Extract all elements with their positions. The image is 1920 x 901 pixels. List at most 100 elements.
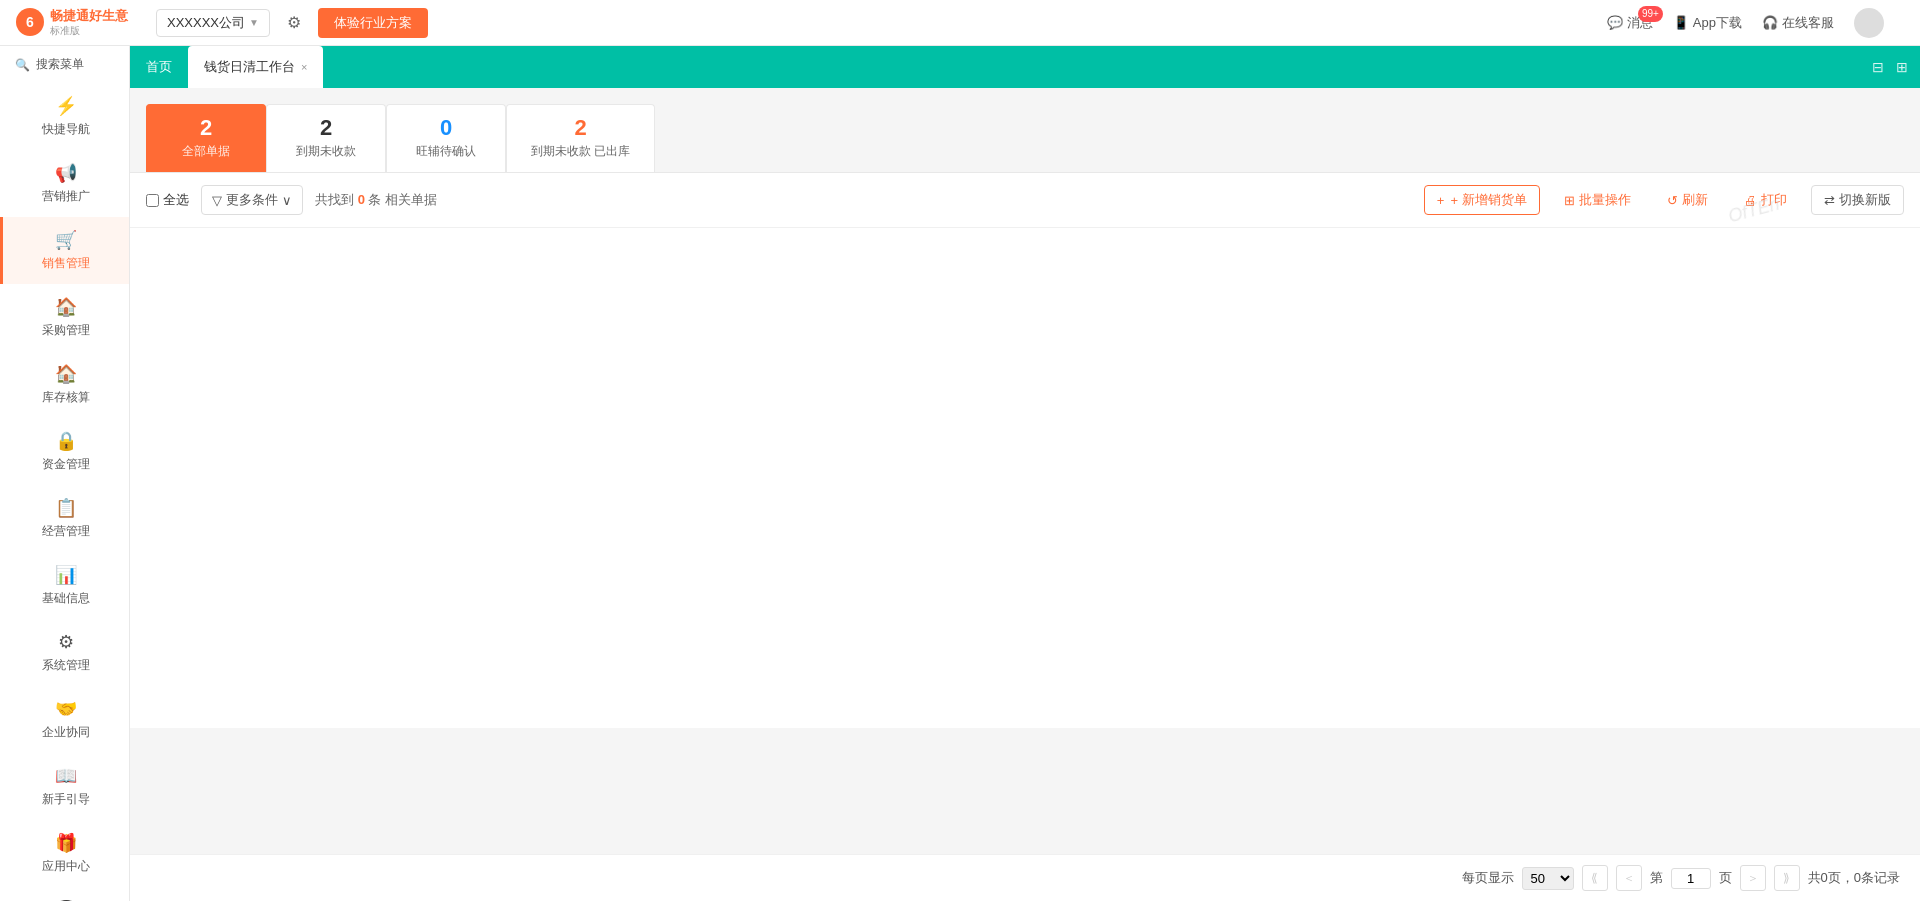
add-icon: + bbox=[1450, 193, 1458, 208]
app-download-btn[interactable]: 📱 App下载 bbox=[1673, 14, 1742, 32]
print-label: 打印 bbox=[1761, 191, 1787, 209]
sidebar-item-quick-nav[interactable]: ⚡ 快捷导航 bbox=[0, 83, 129, 150]
minimize-icon[interactable]: ⊟ bbox=[1872, 59, 1884, 75]
pagination: 每页显示 50 10 20 100 ⟪ ＜ 第 页 ＞ ⟫ 共0页，0条记录 bbox=[130, 854, 1920, 901]
sidebar-item-purchase[interactable]: 🏠 采购管理 bbox=[0, 284, 129, 351]
maximize-icon[interactable]: ⊞ bbox=[1896, 59, 1908, 75]
print-btn[interactable]: 🖨 打印 bbox=[1732, 186, 1799, 214]
stat-tab-pending[interactable]: 0 旺辅待确认 bbox=[386, 104, 506, 172]
tab-workbench[interactable]: 钱货日清工作台 × bbox=[188, 46, 323, 88]
sidebar-item-inventory[interactable]: 🏠 库存核算 bbox=[0, 351, 129, 418]
refresh-btn[interactable]: ↺ 刷新 bbox=[1655, 186, 1720, 214]
sidebar-item-finance[interactable]: 🔒 资金管理 bbox=[0, 418, 129, 485]
sidebar-item-label: 企业协同 bbox=[42, 724, 90, 741]
app-name: 畅捷通好生意 bbox=[50, 8, 128, 25]
page-size-select[interactable]: 50 10 20 100 bbox=[1522, 867, 1574, 890]
sidebar-item-base-info[interactable]: 📊 基础信息 bbox=[0, 552, 129, 619]
online-service-btn[interactable]: 🎧 在线客服 bbox=[1762, 14, 1834, 32]
settings-button[interactable]: ⚙ bbox=[278, 7, 310, 39]
sidebar-item-wechat[interactable]: 💬 企业微信 bbox=[0, 887, 129, 901]
main-content: 2 全部单据 2 到期未收款 0 旺辅待确认 2 到期未收款 已出库 全选 ▽ … bbox=[130, 88, 1920, 901]
total-text: 共0页，0条记录 bbox=[1808, 869, 1900, 887]
system-icon: ⚙ bbox=[58, 631, 74, 653]
last-page-btn[interactable]: ⟫ bbox=[1774, 865, 1800, 891]
add-sales-btn[interactable]: + 新增销货单 bbox=[1424, 185, 1540, 215]
filter-label: 更多条件 bbox=[226, 191, 278, 209]
stat-count-shipped: 2 bbox=[531, 115, 630, 141]
batch-btn[interactable]: ⊞ 批量操作 bbox=[1552, 186, 1643, 214]
header-right: 💬 消息 99+ 📱 App下载 🎧 在线客服 bbox=[1607, 8, 1904, 38]
stat-tab-overdue[interactable]: 2 到期未收款 bbox=[266, 104, 386, 172]
refresh-icon: ↺ bbox=[1667, 193, 1678, 208]
app-logo-icon: 6 bbox=[16, 8, 44, 36]
filter-icon: ▽ bbox=[212, 193, 222, 208]
workbench-tab-label: 钱货日清工作台 bbox=[204, 58, 295, 76]
select-all-checkbox[interactable]: 全选 bbox=[146, 191, 189, 209]
table-area bbox=[130, 228, 1920, 728]
purchase-icon: 🏠 bbox=[55, 296, 77, 318]
header-left: 6 畅捷通好生意 标准版 XXXXXX公司 ▼ ⚙ 体验行业方案 bbox=[16, 7, 428, 39]
select-all-input[interactable] bbox=[146, 194, 159, 207]
sidebar-item-operations[interactable]: 📋 经营管理 bbox=[0, 485, 129, 552]
finance-icon: 🔒 bbox=[55, 430, 77, 452]
stat-tab-all[interactable]: 2 全部单据 bbox=[146, 104, 266, 172]
sidebar-item-label: 系统管理 bbox=[42, 657, 90, 674]
message-btn[interactable]: 💬 消息 99+ bbox=[1607, 14, 1653, 32]
switch-label: 切换新版 bbox=[1839, 191, 1891, 209]
nav-tab-actions: ⊟ ⊞ bbox=[1872, 59, 1920, 75]
company-selector[interactable]: XXXXXX公司 ▼ bbox=[156, 9, 270, 37]
sidebar-item-cooperation[interactable]: 🤝 企业协同 bbox=[0, 686, 129, 753]
sidebar-item-label: 资金管理 bbox=[42, 456, 90, 473]
toolbar-right: + 新增销货单 ⊞ 批量操作 ↺ 刷新 🖨 打印 ⇄ 切换新版 bbox=[1424, 185, 1904, 215]
guide-icon: 📖 bbox=[55, 765, 77, 787]
message-badge: 99+ bbox=[1638, 6, 1663, 22]
stat-count-pending: 0 bbox=[411, 115, 481, 141]
stats-tabs: 2 全部单据 2 到期未收款 0 旺辅待确认 2 到期未收款 已出库 bbox=[130, 88, 1920, 173]
sidebar-item-guide[interactable]: 📖 新手引导 bbox=[0, 753, 129, 820]
company-name: XXXXXX公司 bbox=[167, 14, 245, 32]
sidebar-item-marketing[interactable]: 📢 营销推广 bbox=[0, 150, 129, 217]
add-btn-label: 新增销货单 bbox=[1462, 191, 1527, 209]
quick-nav-icon: ⚡ bbox=[55, 95, 77, 117]
user-avatar[interactable] bbox=[1854, 8, 1884, 38]
stat-label-shipped: 到期未收款 已出库 bbox=[531, 143, 630, 160]
batch-label: 批量操作 bbox=[1579, 191, 1631, 209]
sidebar-item-label: 采购管理 bbox=[42, 322, 90, 339]
batch-icon: ⊞ bbox=[1564, 193, 1575, 208]
tab-home[interactable]: 首页 bbox=[130, 46, 188, 88]
page-input[interactable] bbox=[1671, 868, 1711, 889]
switch-btn[interactable]: ⇄ 切换新版 bbox=[1811, 185, 1904, 215]
next-page-btn[interactable]: ＞ bbox=[1740, 865, 1766, 891]
nav-tabs: 首页 钱货日清工作台 × ⊟ ⊞ bbox=[130, 46, 1920, 88]
search-icon: 🔍 bbox=[15, 58, 30, 72]
app-name-block: 畅捷通好生意 标准版 bbox=[50, 8, 128, 38]
sidebar-item-app-center[interactable]: 🎁 应用中心 bbox=[0, 820, 129, 887]
app-center-icon: 🎁 bbox=[55, 832, 77, 854]
toolbar-left: 全选 ▽ 更多条件 ∨ 共找到 0 条 相关单据 bbox=[146, 185, 1412, 215]
app-download-label: App下载 bbox=[1693, 14, 1742, 32]
select-all-label: 全选 bbox=[163, 191, 189, 209]
refresh-label: 刷新 bbox=[1682, 191, 1708, 209]
filter-button[interactable]: ▽ 更多条件 ∨ bbox=[201, 185, 303, 215]
stat-label-overdue: 到期未收款 bbox=[291, 143, 361, 160]
experience-btn[interactable]: 体验行业方案 bbox=[318, 8, 428, 38]
stat-tab-shipped[interactable]: 2 到期未收款 已出库 bbox=[506, 104, 655, 172]
result-text: 共找到 0 条 相关单据 bbox=[315, 191, 437, 209]
service-icon: 🎧 bbox=[1762, 15, 1778, 30]
sidebar-search[interactable]: 🔍 搜索菜单 bbox=[0, 46, 129, 83]
sidebar-item-label: 新手引导 bbox=[42, 791, 90, 808]
page-label: 页 bbox=[1719, 869, 1732, 887]
first-page-btn[interactable]: ⟪ bbox=[1582, 865, 1608, 891]
prev-page-btn[interactable]: ＜ bbox=[1616, 865, 1642, 891]
stat-label-all: 全部单据 bbox=[171, 143, 241, 160]
stat-count-all: 2 bbox=[171, 115, 241, 141]
page-go-label: 第 bbox=[1650, 869, 1663, 887]
stat-label-pending: 旺辅待确认 bbox=[411, 143, 481, 160]
result-count: 0 bbox=[358, 192, 365, 207]
sidebar-item-sales[interactable]: 🛒 销售管理 bbox=[0, 217, 129, 284]
sidebar-item-label: 经营管理 bbox=[42, 523, 90, 540]
filter-chevron-icon: ∨ bbox=[282, 193, 292, 208]
tab-close-icon[interactable]: × bbox=[301, 61, 307, 73]
logo-area: 6 畅捷通好生意 标准版 bbox=[16, 8, 128, 38]
sidebar-item-system[interactable]: ⚙ 系统管理 bbox=[0, 619, 129, 686]
